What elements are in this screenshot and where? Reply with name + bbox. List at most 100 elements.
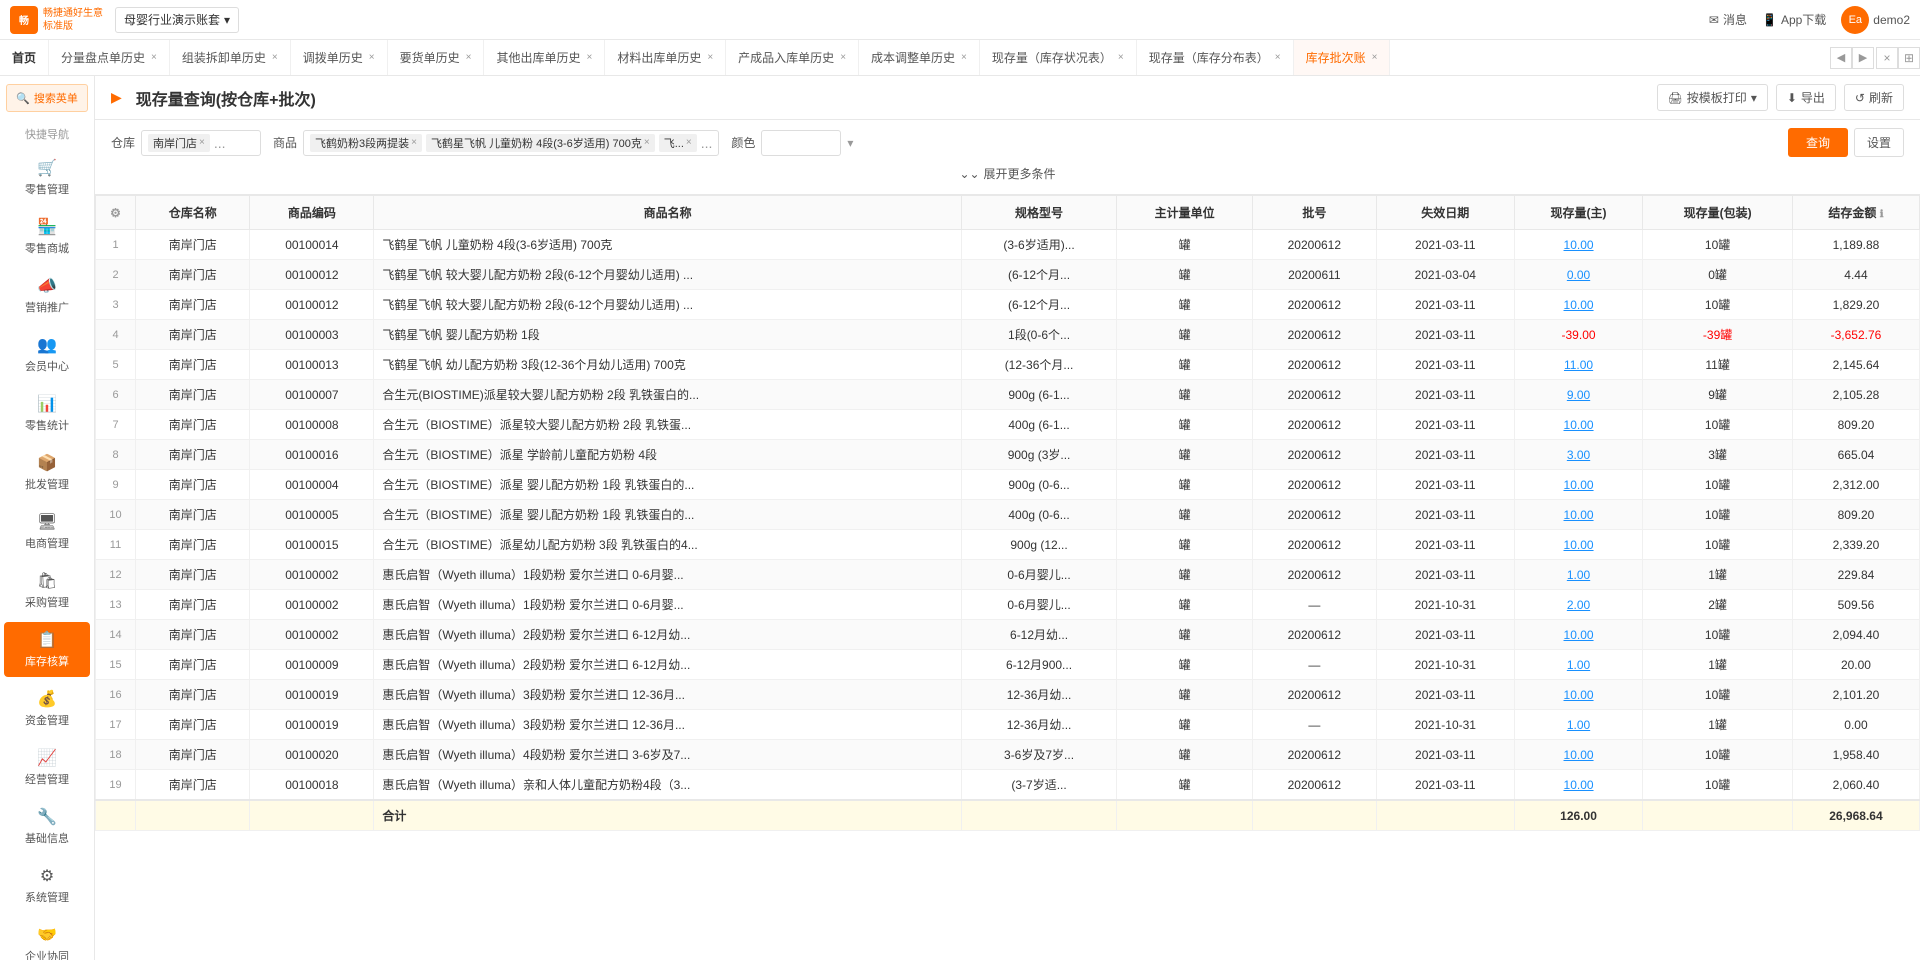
- cell-qty-main[interactable]: 3.00: [1514, 440, 1643, 470]
- warehouse-more-button[interactable]: ...: [214, 135, 226, 151]
- cell-qty-main[interactable]: 10.00: [1514, 290, 1643, 320]
- tab-qtachu[interactable]: 其他出库单历史 ×: [484, 40, 605, 76]
- expand-more-button[interactable]: ⌄⌄ 展开更多条件: [111, 161, 1904, 186]
- cell-qty-main[interactable]: 11.00: [1514, 350, 1643, 380]
- top-bar: 畅 畅捷通好生意 标准版 母婴行业演示账套 ▾ ✉ 消息 📱 App下载 Ea …: [0, 0, 1920, 40]
- nav-next-button[interactable]: ▶: [1852, 47, 1874, 69]
- sidebar-item-basic[interactable]: 🔧 基础信息: [4, 799, 90, 854]
- cell-qty-main[interactable]: 1.00: [1514, 710, 1643, 740]
- cell-qty-pkg: 1罐: [1643, 650, 1793, 680]
- tab-close-zuzhuangchaijian[interactable]: ×: [272, 52, 278, 63]
- purchase-icon: 🛍: [37, 571, 57, 591]
- warehouse-tag-container[interactable]: 南岸门店 × ...: [141, 130, 261, 156]
- nav-prev-button[interactable]: ◀: [1830, 47, 1852, 69]
- member-icon: 👥: [37, 335, 57, 355]
- cell-qty-main[interactable]: 10.00: [1514, 680, 1643, 710]
- search-button[interactable]: 查询: [1788, 128, 1848, 157]
- nav-close-button[interactable]: ×: [1876, 47, 1898, 69]
- sidebar-item-retail[interactable]: 🛒 零售管理: [4, 150, 90, 205]
- color-dropdown-icon[interactable]: ▾: [847, 136, 853, 150]
- sidebar-item-marketing[interactable]: 📣 营销推广: [4, 268, 90, 323]
- tab-chancheng[interactable]: 产成品入库单历史 ×: [726, 40, 859, 76]
- cell-qty-main[interactable]: 1.00: [1514, 560, 1643, 590]
- tab-close-xiancunliangzhuang[interactable]: ×: [1118, 52, 1124, 63]
- tab-close-kupicizhang[interactable]: ×: [1372, 52, 1378, 63]
- product-more-button[interactable]: ...: [701, 135, 713, 151]
- table-row: 16 南岸门店 00100019 惠氏启智（Wyeth illuma）3段奶粉 …: [96, 680, 1920, 710]
- product-tag-1-close[interactable]: ×: [411, 137, 417, 148]
- tab-xiancunliangzhuang[interactable]: 现存量（库存状况表） ×: [980, 40, 1137, 76]
- sidebar-item-ecommerce[interactable]: 🖥 电商管理: [4, 504, 90, 559]
- cell-unit: 罐: [1117, 710, 1253, 740]
- color-input[interactable]: [761, 130, 841, 156]
- th-amount: 结存金额 ℹ: [1792, 196, 1919, 230]
- message-button[interactable]: ✉ 消息: [1709, 11, 1747, 28]
- nav-expand-button[interactable]: ⊞: [1898, 47, 1920, 69]
- tab-close-xiancunliangfen[interactable]: ×: [1275, 52, 1281, 63]
- tab-close-diaobodanls[interactable]: ×: [369, 52, 375, 63]
- cell-warehouse: 南岸门店: [136, 560, 250, 590]
- cell-amount: -3,652.76: [1792, 320, 1919, 350]
- tab-kupicizhang[interactable]: 库存批次账 ×: [1294, 40, 1391, 76]
- tab-close-cailiao[interactable]: ×: [707, 52, 713, 63]
- cell-qty-main[interactable]: 1.00: [1514, 650, 1643, 680]
- cell-qty-main[interactable]: 10.00: [1514, 470, 1643, 500]
- sidebar-item-wholesale[interactable]: 📦 批发管理: [4, 445, 90, 500]
- sidebar-item-system[interactable]: ⚙ 系统管理: [4, 858, 90, 913]
- setting-button[interactable]: 设置: [1854, 128, 1904, 157]
- cell-code: 00100019: [250, 680, 374, 710]
- product-tag-2-close[interactable]: ×: [644, 137, 650, 148]
- cell-qty-main[interactable]: 10.00: [1514, 770, 1643, 801]
- tab-close-chenben[interactable]: ×: [961, 52, 967, 63]
- cell-qty-main[interactable]: 10.00: [1514, 230, 1643, 260]
- top-right: ✉ 消息 📱 App下载 Ea demo2: [1709, 6, 1910, 34]
- cell-qty-main[interactable]: 9.00: [1514, 380, 1643, 410]
- th-settings[interactable]: ⚙: [96, 196, 136, 230]
- search-icon: 🔍: [16, 92, 30, 105]
- cell-qty-main[interactable]: 10.00: [1514, 530, 1643, 560]
- cell-code: 00100019: [250, 710, 374, 740]
- search-menu-button[interactable]: 🔍 搜索英单: [6, 84, 88, 112]
- tab-xiancunliangfen[interactable]: 现存量（库存分布表） ×: [1137, 40, 1294, 76]
- refresh-button[interactable]: ↺ 刷新: [1844, 84, 1904, 111]
- cell-qty-main[interactable]: 2.00: [1514, 590, 1643, 620]
- tab-home[interactable]: 首页: [0, 40, 49, 76]
- cell-qty-main[interactable]: 10.00: [1514, 410, 1643, 440]
- warehouse-tag-close[interactable]: ×: [199, 137, 205, 148]
- tab-zuzhuangchaijian[interactable]: 组装拆卸单历史 ×: [170, 40, 291, 76]
- sidebar-item-management[interactable]: 📈 经营管理: [4, 740, 90, 795]
- sidebar-item-finance[interactable]: 💰 资金管理: [4, 681, 90, 736]
- expand-toggle-button[interactable]: ▶: [111, 89, 122, 106]
- cell-qty-main[interactable]: 10.00: [1514, 620, 1643, 650]
- cell-qty-main[interactable]: 10.00: [1514, 740, 1643, 770]
- sidebar-item-enterprise[interactable]: 🤝 企业协同: [4, 917, 90, 960]
- sidebar-item-retail-stats[interactable]: 📊 零售统计: [4, 386, 90, 441]
- cell-amount: 1,189.88: [1792, 230, 1919, 260]
- app-download-button[interactable]: 📱 App下载: [1762, 11, 1826, 28]
- sidebar-item-purchase[interactable]: 🛍 采购管理: [4, 563, 90, 618]
- tab-close-qtachu[interactable]: ×: [586, 52, 592, 63]
- tab-fenliangpandian[interactable]: 分量盘点单历史 ×: [49, 40, 170, 76]
- retail-stats-icon: 📊: [37, 394, 57, 414]
- cell-qty-main[interactable]: 0.00: [1514, 260, 1643, 290]
- cell-name: 飞鹤星飞帆 幼儿配方奶粉 3段(12-36个月幼儿适用) 700克: [374, 350, 961, 380]
- product-tag-3-close[interactable]: ×: [686, 137, 692, 148]
- tab-chenben[interactable]: 成本调整单历史 ×: [859, 40, 980, 76]
- tab-close-yaohuo[interactable]: ×: [466, 52, 472, 63]
- cell-qty-pkg: -39罐: [1643, 320, 1793, 350]
- cell-warehouse: 南岸门店: [136, 410, 250, 440]
- tab-yaohuo[interactable]: 要货单历史 ×: [388, 40, 485, 76]
- tab-close-chancheng[interactable]: ×: [840, 52, 846, 63]
- cell-qty-main[interactable]: 10.00: [1514, 500, 1643, 530]
- export-button[interactable]: ⬇ 导出: [1776, 84, 1836, 111]
- tab-close-fenliangpandian[interactable]: ×: [151, 52, 157, 63]
- user-menu[interactable]: Ea demo2: [1841, 6, 1910, 34]
- sidebar-item-member[interactable]: 👥 会员中心: [4, 327, 90, 382]
- tab-selector[interactable]: 母婴行业演示账套 ▾: [115, 7, 239, 33]
- print-button[interactable]: 🖨 按模板打印 ▾: [1657, 84, 1768, 111]
- tab-diaobodanls[interactable]: 调拨单历史 ×: [291, 40, 388, 76]
- product-tag-container[interactable]: 飞鹤奶粉3段两提装 × 飞鹤星飞帆 儿童奶粉 4段(3-6岁适用) 700克 ×…: [303, 130, 719, 156]
- sidebar-item-inventory[interactable]: 📋 库存核算: [4, 622, 90, 677]
- tab-cailiao[interactable]: 材料出库单历史 ×: [605, 40, 726, 76]
- sidebar-item-mall[interactable]: 🏪 零售商城: [4, 209, 90, 264]
